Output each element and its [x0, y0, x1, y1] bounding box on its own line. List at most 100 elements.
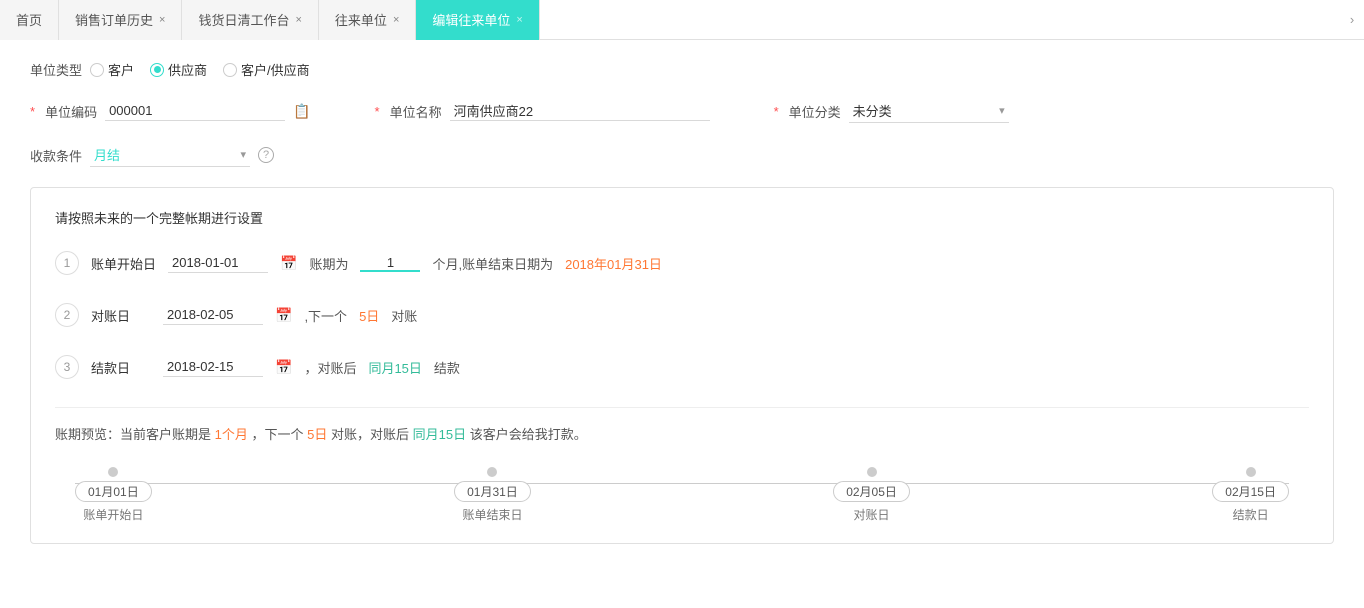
tl-point-4: 02月15日 结款日: [1212, 467, 1289, 523]
reconcile-highlight: 5日: [359, 306, 379, 325]
preview-prefix: 账期预览：当前客户账期是: [55, 427, 211, 442]
unit-details-row: * 单位编码 📋 * 单位名称 * 单位分类 未分类 ▾: [30, 99, 1334, 123]
billing-start-calendar-icon[interactable]: 📅: [280, 255, 297, 272]
timeline-points: 01月01日 账单开始日 01月31日 账单结束日 02月05日: [75, 467, 1289, 523]
main-content: 单位类型 客户 供应商 客户/供应商: [0, 40, 1364, 608]
tab-home[interactable]: 首页: [0, 0, 59, 40]
payment-terms-label: 收款条件: [30, 146, 82, 165]
preview-mid1: ，下一个: [252, 427, 304, 442]
tl-point-2: 01月31日 账单结束日: [454, 467, 531, 523]
preview-payment-day: 同月15日: [413, 427, 466, 442]
cat-required: *: [774, 104, 779, 119]
code-required: *: [30, 104, 35, 119]
radio-supplier[interactable]: 供应商: [150, 60, 207, 79]
payment-desc-after: 结款: [434, 358, 460, 377]
tl-dot-3: [867, 467, 877, 477]
tab-nav-arrow[interactable]: ›: [1340, 12, 1364, 27]
tl-badge-1: 01月01日: [75, 481, 152, 502]
reconcile-desc-after: 对账: [391, 306, 417, 325]
unit-type-label: 单位类型: [30, 60, 82, 79]
close-cashflow-icon[interactable]: ×: [295, 14, 301, 26]
reconcile-calendar-icon[interactable]: 📅: [275, 307, 292, 324]
billing-months-input[interactable]: [360, 255, 420, 272]
billing-start-label: 账单开始日: [91, 254, 156, 273]
unit-name-group: * 单位名称: [375, 101, 710, 121]
preview-section: 账期预览：当前客户账期是 1个月 ，下一个 5日 对账，对账后 同月15日 该客…: [55, 407, 1309, 523]
tab-sales-order-label: 销售订单历史: [75, 10, 153, 29]
radio-both-label: 客户/供应商: [241, 60, 310, 79]
billing-period-prefix: 账期为: [309, 254, 348, 273]
radio-supplier-label: 供应商: [168, 60, 207, 79]
radio-supplier-circle: [150, 63, 164, 77]
radio-both[interactable]: 客户/供应商: [223, 60, 310, 79]
unit-category-label: 单位分类: [789, 102, 841, 121]
payment-terms-select[interactable]: 月结 ▾: [90, 143, 250, 167]
payment-calendar-icon[interactable]: 📅: [275, 359, 292, 376]
payment-date[interactable]: [163, 357, 263, 377]
reconcile-desc-before: ,下一个: [304, 306, 347, 325]
payment-terms-group: 收款条件 月结 ▾ ?: [30, 143, 274, 167]
close-edit-partner-icon[interactable]: ×: [516, 14, 522, 26]
preview-suffix: 该客户会给我打款。: [470, 427, 587, 442]
billing-period-suffix: 个月,账单结束日期为: [432, 254, 553, 273]
tl-badge-2: 01月31日: [454, 481, 531, 502]
preview-day: 5日: [307, 427, 327, 442]
timeline: 01月01日 账单开始日 01月31日 账单结束日 02月05日: [75, 467, 1289, 523]
radio-customer[interactable]: 客户: [90, 60, 134, 79]
unit-code-input[interactable]: [105, 101, 285, 121]
tab-partners-label: 往来单位: [335, 10, 387, 29]
unit-code-group: * 单位编码 📋: [30, 101, 311, 121]
preview-months: 1个月: [215, 427, 248, 442]
reconcile-date[interactable]: [163, 305, 263, 325]
radio-customer-circle: [90, 63, 104, 77]
settings-panel: 请按照未来的一个完整帐期进行设置 1 账单开始日 📅 账期为 个月,账单结束日期…: [30, 187, 1334, 544]
unit-name-input[interactable]: [450, 101, 710, 121]
tl-badge-3: 02月05日: [833, 481, 910, 502]
billing-start-row: 1 账单开始日 📅 账期为 个月,账单结束日期为 2018年01月31日: [55, 251, 1309, 275]
tab-edit-partner[interactable]: 编辑往来单位 ×: [416, 0, 539, 40]
tl-label-3: 对账日: [854, 506, 890, 523]
unit-type-row: 单位类型 客户 供应商 客户/供应商: [30, 60, 1334, 79]
billing-start-date[interactable]: [168, 253, 268, 273]
tl-label-4: 结款日: [1233, 506, 1269, 523]
unit-category-group: * 单位分类 未分类 ▾: [774, 99, 1009, 123]
unit-type-group: 单位类型 客户 供应商 客户/供应商: [30, 60, 310, 79]
tl-label-1: 账单开始日: [83, 506, 143, 523]
preview-mid2: 对账，对账后: [331, 427, 409, 442]
tab-sales-order[interactable]: 销售订单历史 ×: [59, 0, 182, 40]
help-icon[interactable]: ?: [258, 147, 274, 163]
row-num-1: 1: [55, 251, 79, 275]
tab-cashflow[interactable]: 钱货日清工作台 ×: [182, 0, 318, 40]
name-required: *: [375, 104, 380, 119]
close-sales-order-icon[interactable]: ×: [159, 14, 165, 26]
tl-dot-4: [1246, 467, 1256, 477]
reconcile-row: 2 对账日 📅 ,下一个 5日 对账: [55, 303, 1309, 327]
unit-category-select[interactable]: 未分类 ▾: [849, 99, 1009, 123]
payment-terms-value: 月结: [94, 145, 120, 164]
category-dropdown-icon: ▾: [999, 104, 1005, 117]
tl-point-3: 02月05日 对账日: [833, 467, 910, 523]
payment-row: 3 结款日 📅 ，对账后 同月15日 结款: [55, 355, 1309, 379]
payment-terms-row: 收款条件 月结 ▾ ?: [30, 143, 1334, 167]
radio-both-circle: [223, 63, 237, 77]
tab-partners[interactable]: 往来单位 ×: [319, 0, 416, 40]
row-num-3: 3: [55, 355, 79, 379]
payment-terms-dropdown-icon: ▾: [240, 148, 246, 161]
tab-bar: 首页 销售订单历史 × 钱货日清工作台 × 往来单位 × 编辑往来单位 × ›: [0, 0, 1364, 40]
unit-code-copy-icon[interactable]: 📋: [293, 103, 310, 120]
tl-badge-4: 02月15日: [1212, 481, 1289, 502]
tab-cashflow-label: 钱货日清工作台: [198, 10, 289, 29]
unit-category-value: 未分类: [853, 101, 892, 120]
reconcile-label: 对账日: [91, 306, 151, 325]
row-num-2: 2: [55, 303, 79, 327]
unit-name-label: 单位名称: [390, 102, 442, 121]
payment-desc-before: ，对账后: [304, 358, 356, 377]
tl-point-1: 01月01日 账单开始日: [75, 467, 152, 523]
payment-highlight: 同月15日: [368, 358, 421, 377]
unit-code-label: 单位编码: [45, 102, 97, 121]
radio-group: 客户 供应商 客户/供应商: [90, 60, 310, 79]
tl-dot-1: [108, 467, 118, 477]
preview-text: 账期预览：当前客户账期是 1个月 ，下一个 5日 对账，对账后 同月15日 该客…: [55, 424, 1309, 443]
tab-edit-partner-label: 编辑往来单位: [432, 10, 510, 29]
close-partners-icon[interactable]: ×: [393, 14, 399, 26]
